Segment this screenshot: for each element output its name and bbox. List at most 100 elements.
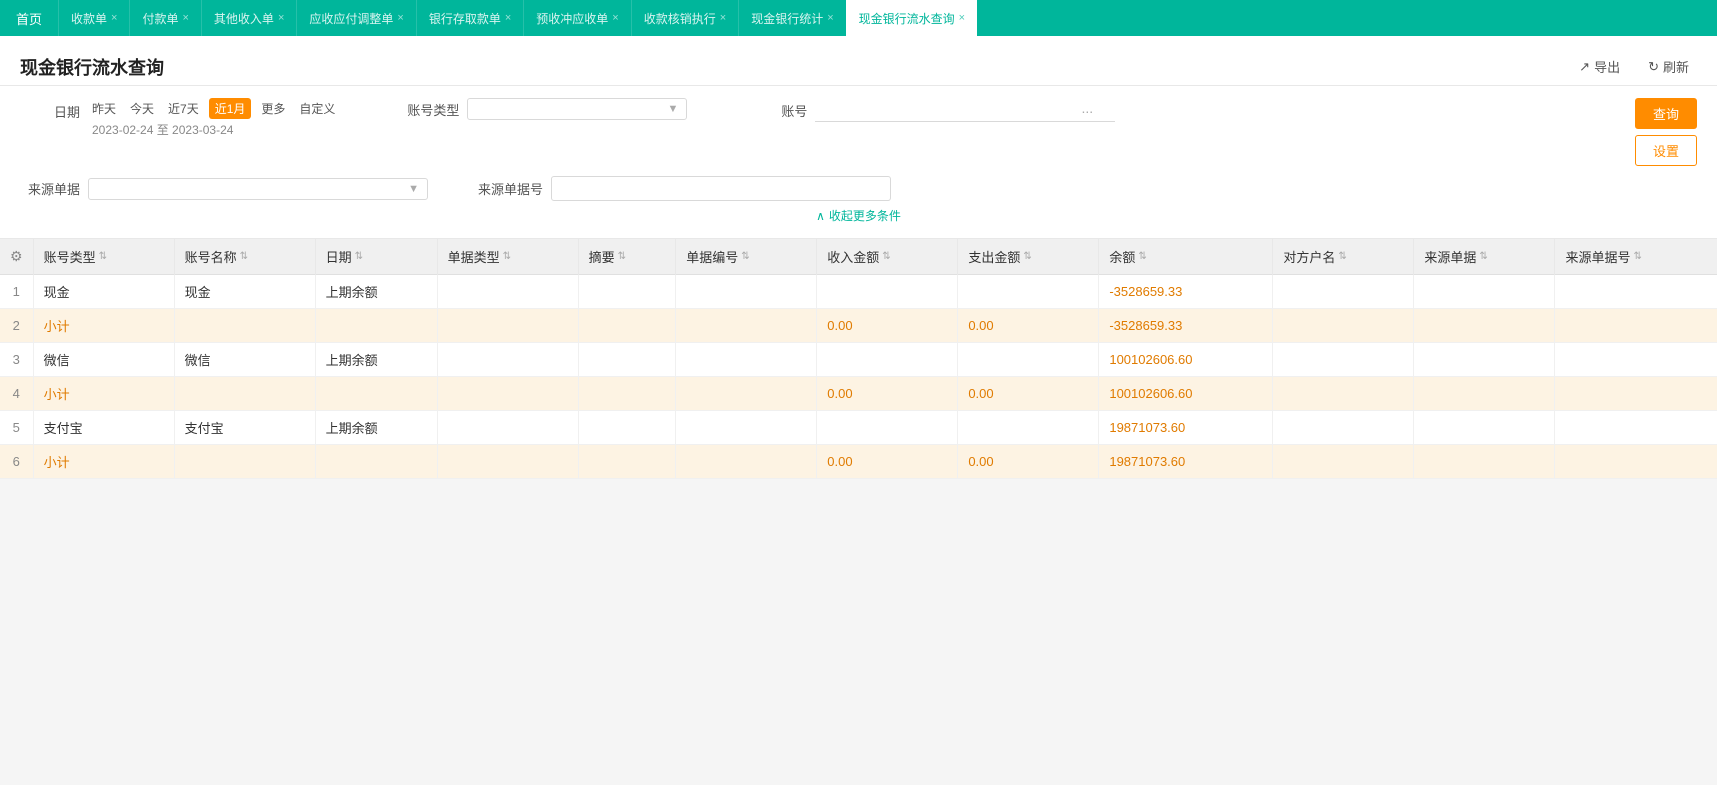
cell-doc-type xyxy=(437,377,578,411)
cell-date xyxy=(315,445,437,479)
th-date: 日期 ⇅ xyxy=(315,239,437,275)
account-type-select[interactable]: ▼ xyxy=(467,98,687,120)
cell-account-name: 支付宝 xyxy=(174,411,315,445)
cell-balance: 100102606.60 xyxy=(1099,377,1273,411)
page-header: 现金银行流水查询 ↗ 导出 ↻ 刷新 xyxy=(0,36,1717,86)
close-icon[interactable]: × xyxy=(612,12,618,24)
export-button[interactable]: ↗ 导出 xyxy=(1571,53,1628,80)
table-row: 4小计0.000.00100102606.60 xyxy=(0,377,1717,411)
close-icon[interactable]: × xyxy=(827,12,833,24)
date-7days-btn[interactable]: 近7天 xyxy=(164,98,203,119)
cell-balance: 19871073.60 xyxy=(1099,411,1273,445)
sort-icon: ⇅ xyxy=(1479,251,1487,262)
nav-home[interactable]: 首页 xyxy=(0,0,58,36)
date-yesterday-btn[interactable]: 昨天 xyxy=(88,98,120,119)
cell-row-num: 1 xyxy=(0,275,33,309)
source-doc-no-input[interactable] xyxy=(551,176,891,201)
nav-tab-6[interactable]: 收款核销执行 × xyxy=(631,0,738,36)
nav-tab-0[interactable]: 收款单 × xyxy=(58,0,129,36)
sort-icon: ⇅ xyxy=(618,251,626,262)
cell-doc-no xyxy=(676,309,817,343)
sort-icon: ⇅ xyxy=(1023,251,1031,262)
sort-icon: ⇅ xyxy=(1138,251,1146,262)
cell-account-type: 支付宝 xyxy=(33,411,174,445)
cell-account-name xyxy=(174,309,315,343)
cell-income: 0.00 xyxy=(817,377,958,411)
nav-tab-7[interactable]: 现金银行统计 × xyxy=(738,0,845,36)
nav-tab-8[interactable]: 现金银行流水查询 × xyxy=(846,0,977,36)
cell-date: 上期余额 xyxy=(315,411,437,445)
gear-icon[interactable]: ⚙ xyxy=(10,248,23,264)
close-icon[interactable]: × xyxy=(397,12,403,24)
chevron-down-icon: ▼ xyxy=(668,103,679,115)
cell-date: 上期余额 xyxy=(315,275,437,309)
sort-icon: ⇅ xyxy=(1633,251,1641,262)
nav-tab-2[interactable]: 其他收入单 × xyxy=(201,0,296,36)
source-doc-select[interactable]: ▼ xyxy=(88,178,428,200)
table-row: 6小计0.000.0019871073.60 xyxy=(0,445,1717,479)
table-wrapper: ⚙ 账号类型 ⇅ 账号名称 ⇅ 日期 xyxy=(0,239,1717,479)
sort-icon: ⇅ xyxy=(503,251,511,262)
refresh-icon: ↻ xyxy=(1648,59,1659,75)
cell-row-num: 2 xyxy=(0,309,33,343)
date-today-btn[interactable]: 今天 xyxy=(126,98,158,119)
date-custom-btn[interactable]: 自定义 xyxy=(295,98,339,119)
table-row: 5支付宝支付宝上期余额19871073.60 xyxy=(0,411,1717,445)
nav-tab-5[interactable]: 预收冲应收单 × xyxy=(523,0,630,36)
cell-income xyxy=(817,411,958,445)
cell-account-type: 现金 xyxy=(33,275,174,309)
table-header-row: ⚙ 账号类型 ⇅ 账号名称 ⇅ 日期 xyxy=(0,239,1717,275)
th-summary: 摘要 ⇅ xyxy=(578,239,676,275)
account-no-input[interactable] xyxy=(815,98,1075,117)
account-no-dots-btn[interactable]: ... xyxy=(1081,100,1093,116)
cell-expense: 0.00 xyxy=(958,445,1099,479)
settings-button[interactable]: 设置 xyxy=(1635,135,1697,166)
collapse-bar[interactable]: ∧ 收起更多条件 xyxy=(20,201,1697,226)
cell-date xyxy=(315,377,437,411)
cell-balance: -3528659.33 xyxy=(1099,275,1273,309)
nav-tab-4[interactable]: 银行存取款单 × xyxy=(416,0,523,36)
cell-source-doc xyxy=(1414,445,1555,479)
cell-account-type: 小计 xyxy=(33,377,174,411)
cell-counterparty xyxy=(1273,275,1414,309)
cell-account-type: 小计 xyxy=(33,309,174,343)
close-icon[interactable]: × xyxy=(505,12,511,24)
cell-summary xyxy=(578,309,676,343)
close-icon[interactable]: × xyxy=(182,12,188,24)
table-row: 2小计0.000.00-3528659.33 xyxy=(0,309,1717,343)
nav-tab-1[interactable]: 付款单 × xyxy=(129,0,200,36)
collapse-icon: ∧ xyxy=(816,209,825,223)
chevron-down-icon2: ▼ xyxy=(408,183,419,195)
cell-counterparty xyxy=(1273,377,1414,411)
sort-icon: ⇅ xyxy=(741,251,749,262)
page-title: 现金银行流水查询 xyxy=(20,54,164,80)
date-1month-btn[interactable]: 近1月 xyxy=(209,98,252,119)
filter-area: 日期 昨天 今天 近7天 近1月 更多 自定义 2023-02-24 至 202… xyxy=(0,86,1717,239)
th-income: 收入金额 ⇅ xyxy=(817,239,958,275)
cell-summary xyxy=(578,275,676,309)
nav-tab-3[interactable]: 应收应付调整单 × xyxy=(296,0,415,36)
cell-expense: 0.00 xyxy=(958,377,1099,411)
cell-balance: -3528659.33 xyxy=(1099,309,1273,343)
th-gear: ⚙ xyxy=(0,239,33,275)
close-icon[interactable]: × xyxy=(111,12,117,24)
close-icon[interactable]: × xyxy=(278,12,284,24)
sort-icon: ⇅ xyxy=(99,251,107,262)
query-button[interactable]: 查询 xyxy=(1635,98,1697,129)
cell-date xyxy=(315,309,437,343)
date-more-btn[interactable]: 更多 xyxy=(257,98,289,119)
refresh-button[interactable]: ↻ 刷新 xyxy=(1640,53,1697,80)
cell-source-doc xyxy=(1414,275,1555,309)
cell-source-doc-no xyxy=(1555,343,1717,377)
cell-counterparty xyxy=(1273,309,1414,343)
th-expense: 支出金额 ⇅ xyxy=(958,239,1099,275)
cell-row-num: 5 xyxy=(0,411,33,445)
cell-counterparty xyxy=(1273,343,1414,377)
cell-account-type: 微信 xyxy=(33,343,174,377)
cell-source-doc-no xyxy=(1555,309,1717,343)
cell-source-doc-no xyxy=(1555,275,1717,309)
th-counterparty: 对方户名 ⇅ xyxy=(1273,239,1414,275)
close-icon[interactable]: × xyxy=(720,12,726,24)
close-icon[interactable]: × xyxy=(959,12,965,24)
sort-icon: ⇅ xyxy=(1338,251,1346,262)
